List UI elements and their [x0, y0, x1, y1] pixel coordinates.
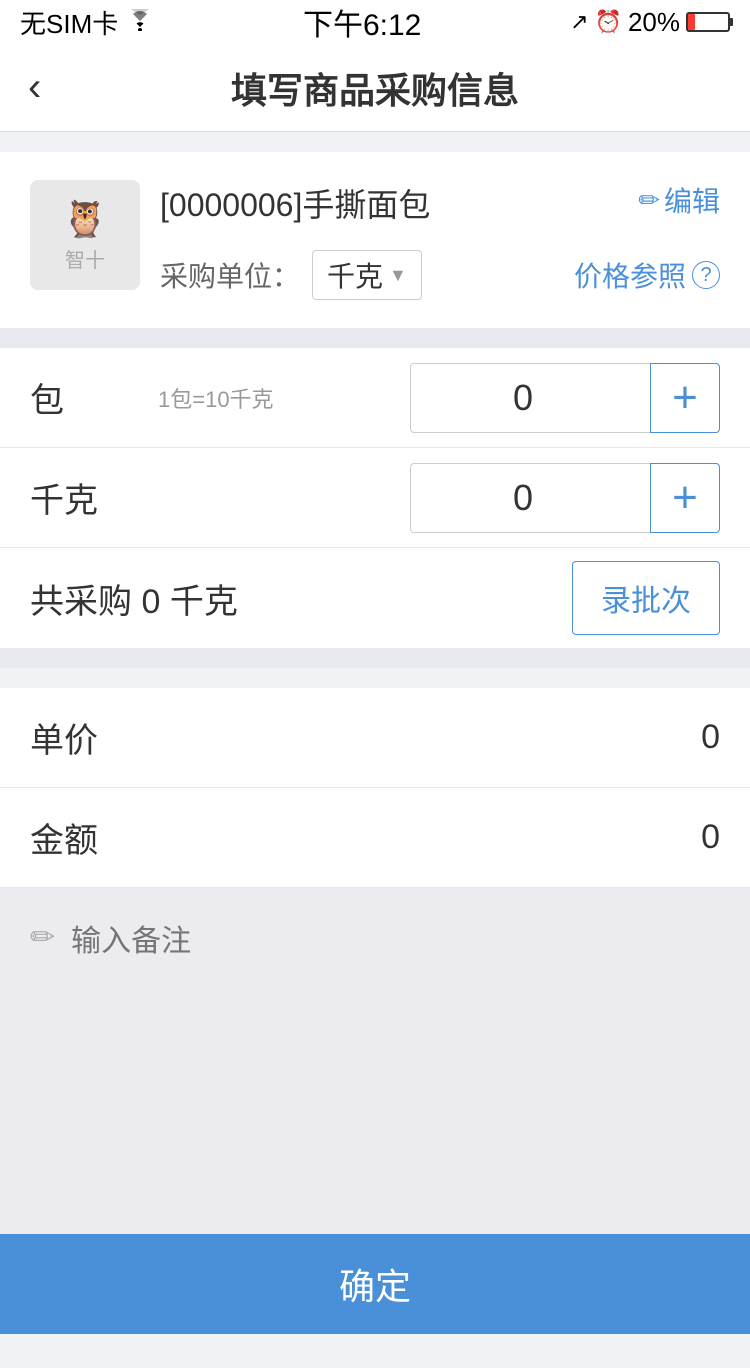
note-section: ✏ [0, 888, 750, 1268]
unit-price-value: 0 [701, 718, 720, 757]
note-input[interactable] [71, 916, 720, 1120]
status-bar-right: ↗ ⏰ 20% [570, 7, 730, 38]
pencil-icon: ✏ [30, 920, 55, 955]
battery-icon [686, 12, 730, 32]
unit-select[interactable]: 千克 ▼ [312, 250, 422, 300]
total-amount: 0 [141, 583, 160, 621]
confirm-button-label: 确定 [339, 1258, 411, 1310]
unit-price-label: 单价 [30, 713, 701, 762]
location-icon: ↗ [570, 9, 588, 35]
wifi-icon [126, 7, 154, 38]
total-label: 共采购 0 千克 [30, 574, 572, 623]
status-bar-time: 下午6:12 [303, 0, 421, 44]
status-bar-left: 无SIM卡 [20, 4, 154, 41]
price-section: 单价 0 金额 0 [0, 688, 750, 888]
kg-input-row: 千克 + [0, 448, 750, 548]
product-info: [0000006]手撕面包 ✏ 编辑 采购单位： 千克 ▼ 价格参照 ? [160, 180, 720, 300]
carrier-text: 无SIM卡 [20, 4, 118, 41]
alarm-icon: ⏰ [595, 9, 622, 35]
batch-button[interactable]: 录批次 [572, 561, 720, 635]
product-card: 🦉 智十 [0000006]手撕面包 ✏ 编辑 采购单位： 千克 ▼ 价格参照 [0, 152, 750, 328]
nav-bar: ‹ 填写商品采购信息 [0, 44, 750, 132]
bag-input-row: 包 1包=10千克 + [0, 348, 750, 448]
product-name: [0000006]手撕面包 [160, 180, 638, 226]
confirm-button[interactable]: 确定 [0, 1234, 750, 1334]
unit-label: 采购单位： [160, 255, 300, 295]
battery-percent: 20% [628, 7, 680, 38]
edit-icon: ✏ [638, 185, 660, 216]
bag-quantity-input[interactable] [410, 363, 650, 433]
quantity-section: 包 1包=10千克 + 千克 + [0, 348, 750, 548]
bag-sublabel: 1包=10千克 [158, 382, 274, 414]
amount-row: 金额 0 [0, 788, 750, 888]
help-icon[interactable]: ? [692, 261, 720, 289]
back-button[interactable]: ‹ [28, 65, 41, 110]
price-ref-button[interactable]: 价格参照 ? [574, 255, 720, 295]
dropdown-arrow-icon: ▼ [389, 265, 407, 286]
page-title: 填写商品采购信息 [231, 62, 519, 114]
bag-plus-button[interactable]: + [650, 363, 720, 433]
kg-quantity-input[interactable] [410, 463, 650, 533]
section-divider-1 [0, 328, 750, 348]
edit-label: 编辑 [664, 180, 720, 220]
amount-label: 金额 [30, 813, 701, 862]
amount-value: 0 [701, 818, 720, 857]
status-bar: 无SIM卡 下午6:12 ↗ ⏰ 20% [0, 0, 750, 44]
bag-label: 包 [30, 373, 150, 422]
product-logo-owl: 🦉 [63, 198, 108, 240]
kg-label: 千克 [30, 473, 150, 522]
total-unit: 千克 [170, 583, 238, 621]
product-logo-text: 智十 [65, 244, 105, 273]
edit-button[interactable]: ✏ 编辑 [638, 180, 720, 220]
unit-price-row: 单价 0 [0, 688, 750, 788]
kg-plus-button[interactable]: + [650, 463, 720, 533]
total-row: 共采购 0 千克 录批次 [0, 548, 750, 648]
unit-value: 千克 [327, 255, 383, 295]
price-ref-label: 价格参照 [574, 255, 686, 295]
section-divider-2 [0, 648, 750, 668]
product-image: 🦉 智十 [30, 180, 140, 290]
